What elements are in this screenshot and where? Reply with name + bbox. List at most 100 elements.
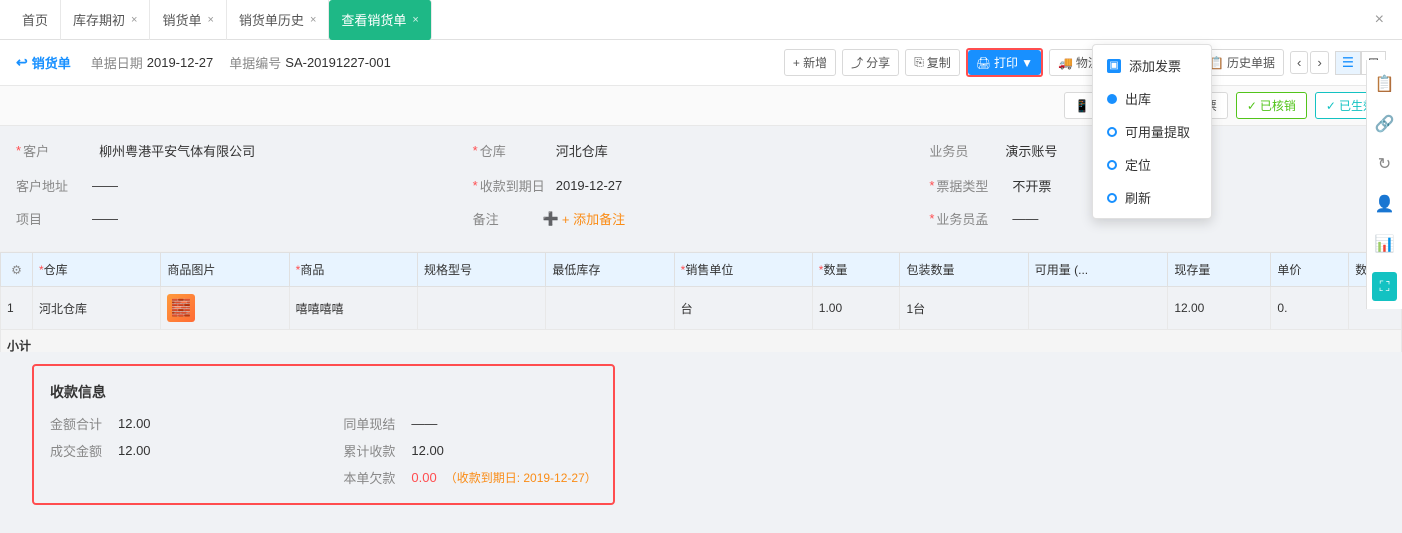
table-container: ⚙ *仓库 商品图片 *商品 规格型号 最低库存 *销售单位 *数量 包装数量 … [0, 252, 1402, 352]
warehouse-header: *仓库 [33, 253, 161, 287]
next-button[interactable]: › [1310, 51, 1328, 74]
price-header: 单价 [1271, 253, 1349, 287]
doc-number-field: 单据编号 SA-20191227-001 [229, 53, 391, 72]
effective-icon: ✓ [1326, 99, 1336, 113]
tab-inventory-init[interactable]: 库存期初 × [61, 0, 150, 40]
sidebar-icon-4[interactable]: 👤 [1369, 188, 1401, 220]
settings-header[interactable]: ⚙ [1, 253, 33, 287]
address-field: 客户地址 —— [16, 175, 473, 196]
amount-total-item: 金额合计 12.00 [50, 414, 303, 433]
close-sales-history[interactable]: × [310, 14, 316, 26]
min-stock-header: 最低库存 [546, 253, 674, 287]
copy-button[interactable]: ⎘ 复制 [905, 49, 960, 76]
project-field: 项目 —— [16, 208, 473, 229]
doc-meta: 单据日期 2019-12-27 单据编号 SA-20191227-001 [91, 53, 764, 72]
dropdown-available-qty[interactable]: 可用量提取 [1093, 115, 1211, 148]
print-dropdown-arrow: ▼ [1021, 56, 1033, 70]
close-view-sales[interactable]: × [412, 14, 418, 26]
payment-date-field: * 收款到期日 2019-12-27 [473, 175, 930, 196]
toolbar: + 新增 ⤴ 分享 ⎘ 复制 🖨 打印 ▼ 🚚 物流信息 [784, 48, 1386, 77]
product-thumbnail: 🧱 [167, 294, 195, 322]
row-product: 嘻嘻嘻嘻 [289, 287, 417, 330]
product-img-header: 商品图片 [161, 253, 289, 287]
row-seq: 1 [1, 287, 33, 330]
customer-field: * 客户 柳州粤港平安气体有限公司 [16, 138, 473, 163]
doc-title: ↩ 销货单 [16, 53, 71, 72]
dropdown-outbound[interactable]: 出库 [1093, 82, 1211, 115]
add-invoice-icon: ▣ [1107, 59, 1121, 73]
table-row: 1 河北仓库 🧱 嘻嘻嘻嘻 台 1.00 1台 12.00 0. [1, 287, 1402, 330]
new-button[interactable]: + 新增 [784, 49, 836, 76]
share-button[interactable]: ⤴ 分享 [842, 49, 899, 76]
warehouse-field: * 仓库 河北仓库 [473, 138, 930, 163]
dropdown-refresh[interactable]: 刷新 [1093, 181, 1211, 214]
summary-grid: 金额合计 12.00 同单现结 —— 成交金额 12.00 累计收款 12.00… [50, 414, 597, 487]
add-note-button[interactable]: ➕ + 添加备注 [543, 209, 625, 228]
print-icon: 🖨 [976, 56, 991, 70]
sidebar-icon-2[interactable]: 🔗 [1369, 108, 1401, 140]
expand-icon[interactable]: ⛶ [1372, 272, 1398, 301]
available-header: 可用量 (... [1028, 253, 1168, 287]
subtotal-cell: 小计 [1, 330, 1402, 353]
table-header-row: ⚙ *仓库 商品图片 *商品 规格型号 最低库存 *销售单位 *数量 包装数量 … [1, 253, 1402, 287]
sidebar-icon-3[interactable]: ↻ [1372, 148, 1397, 180]
close-sales-order[interactable]: × [207, 14, 213, 26]
tab-home[interactable]: 首页 [10, 0, 61, 40]
data-table: ⚙ *仓库 商品图片 *商品 规格型号 最低库存 *销售单位 *数量 包装数量 … [0, 252, 1402, 352]
summary-container: 收款信息 金额合计 12.00 同单现结 —— 成交金额 12.00 累计收款 … [0, 352, 1402, 533]
doc-icon: ↩ [16, 54, 28, 71]
close-all-tabs[interactable]: × [1367, 11, 1392, 29]
row-unit: 台 [674, 287, 812, 330]
row-stock: 12.00 [1168, 287, 1271, 330]
summary-title: 收款信息 [50, 382, 597, 402]
locate-icon [1107, 160, 1117, 170]
subtotal-row: 小计 [1, 330, 1402, 353]
refresh-icon [1107, 193, 1117, 203]
dropdown-add-invoice[interactable]: ▣ 添加发票 [1093, 49, 1211, 82]
unit-header: *销售单位 [674, 253, 812, 287]
sidebar-icon-1[interactable]: 📋 [1369, 68, 1401, 100]
mobile-icon: 📱 [1075, 99, 1090, 113]
row-qty: 1.00 [812, 287, 900, 330]
prev-button[interactable]: ‹ [1290, 51, 1308, 74]
doc-date-field: 单据日期 2019-12-27 [91, 53, 214, 72]
confirm-icon: ✓ [1247, 99, 1257, 113]
tab-view-sales[interactable]: 查看销货单 × [329, 0, 431, 40]
share-icon: ⤴ [851, 54, 863, 71]
qty-header: *数量 [812, 253, 900, 287]
operations-dropdown: ▣ 添加发票 出库 可用量提取 定位 刷新 [1092, 44, 1212, 219]
row-spec [417, 287, 545, 330]
right-sidebar: 📋 🔗 ↻ 👤 📊 ⛶ [1366, 60, 1402, 309]
logistics-icon: 🚚 [1058, 56, 1073, 70]
row-product-img: 🧱 [161, 287, 289, 330]
spec-header: 规格型号 [417, 253, 545, 287]
confirm-button[interactable]: ✓ 已核销 [1236, 92, 1307, 119]
current-owed-item: 本单欠款 0.00 （收款到期日: 2019-12-27） [343, 468, 596, 487]
doc-header: ↩ 销货单 单据日期 2019-12-27 单据编号 SA-20191227-0… [0, 40, 1402, 86]
gear-icon[interactable]: ⚙ [11, 263, 22, 277]
tab-sales-history[interactable]: 销货单历史 × [227, 0, 329, 40]
available-qty-icon [1107, 127, 1117, 137]
row-price: 0. [1271, 287, 1349, 330]
list-view-button[interactable]: ☰ [1335, 51, 1361, 75]
close-inventory-init[interactable]: × [131, 14, 137, 26]
row-warehouse: 河北仓库 [33, 287, 161, 330]
tab-sales-order[interactable]: 销货单 × [150, 0, 226, 40]
print-highlight: 🖨 打印 ▼ [966, 48, 1043, 77]
same-order-settlement-item: 同单现结 —— [343, 414, 596, 433]
note-field: 备注 ➕ + 添加备注 [473, 209, 930, 228]
history-button[interactable]: 📋 历史单据 [1200, 49, 1284, 76]
nav-arrows: ‹ › [1290, 51, 1329, 74]
sidebar-icon-5[interactable]: 📊 [1369, 228, 1401, 260]
copy-icon: ⎘ [914, 55, 924, 70]
print-button[interactable]: 🖨 打印 ▼ [968, 50, 1041, 75]
row-min-stock [546, 287, 674, 330]
row-pkg-qty: 1台 [900, 287, 1028, 330]
transaction-amount-item: 成交金额 12.00 [50, 441, 303, 460]
dropdown-locate[interactable]: 定位 [1093, 148, 1211, 181]
plus-icon: ➕ [543, 211, 559, 227]
outbound-icon [1107, 94, 1117, 104]
pkg-qty-header: 包装数量 [900, 253, 1028, 287]
product-header: *商品 [289, 253, 417, 287]
summary-section: 收款信息 金额合计 12.00 同单现结 —— 成交金额 12.00 累计收款 … [32, 364, 615, 505]
